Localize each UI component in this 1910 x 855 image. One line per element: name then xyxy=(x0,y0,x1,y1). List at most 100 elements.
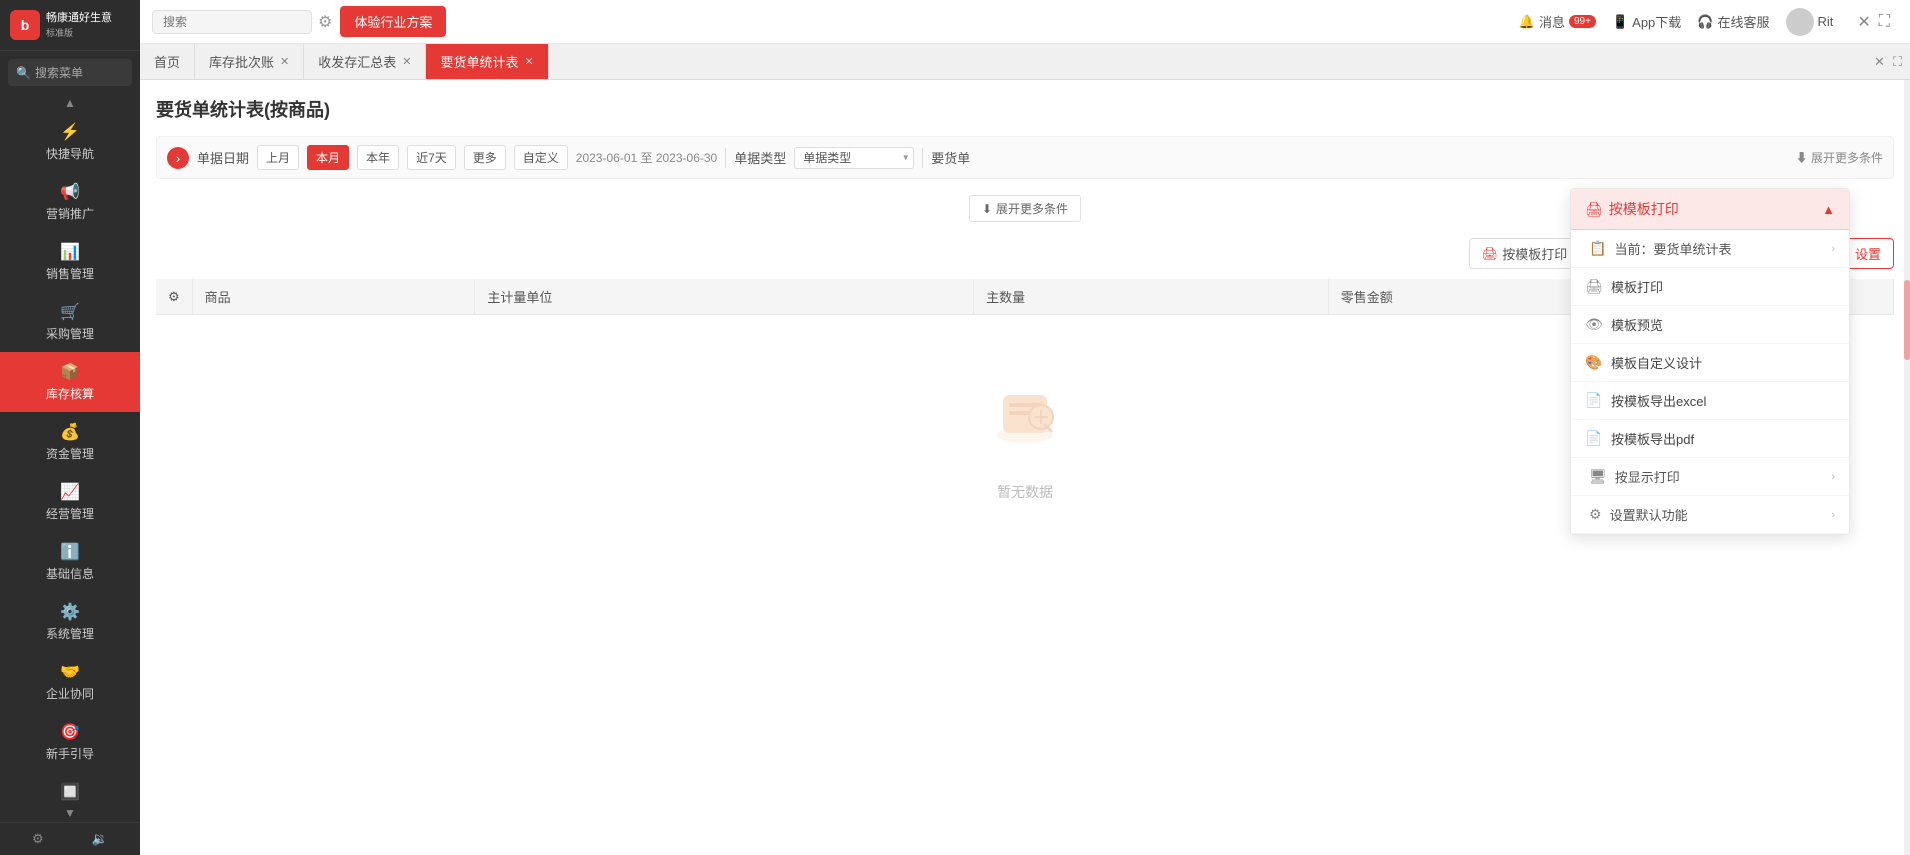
main-area: ⚙ 体验行业方案 🔔 消息 99+ 📱 App下载 🎧 在线客服 Rit ✕ xyxy=(140,0,1910,855)
dropdown-set-default[interactable]: ⚙ 设置默认功能 › xyxy=(1571,496,1849,534)
expand-more-button[interactable]: ⬇ 展开更多条件 xyxy=(969,195,1081,222)
sidebar-item-system[interactable]: ⚙️ 系统管理 xyxy=(0,592,140,652)
maximize-window-icon[interactable]: ⛶ xyxy=(1879,13,1890,31)
topbar-search-input[interactable] xyxy=(152,10,312,34)
filter-more-conditions[interactable]: ⬇ 展开更多条件 xyxy=(1796,149,1883,166)
app-download-item[interactable]: 📱 App下载 xyxy=(1612,12,1681,31)
dropdown-export-excel[interactable]: 📄 按模板导出excel xyxy=(1571,382,1849,420)
th-settings: ⚙ xyxy=(156,279,192,315)
print-icon: 🖨 xyxy=(1482,246,1499,262)
sidebar-scroll-down[interactable]: ▼ xyxy=(0,804,140,822)
settings-icon[interactable]: ⚙ xyxy=(32,831,44,847)
dropdown-close-icon[interactable]: ▲ xyxy=(1822,202,1835,217)
sidebar-item-inventory[interactable]: 📦 库存核算 xyxy=(0,352,140,412)
page-content: 要货单统计表(按商品) › 单据日期 上月 本月 本年 近7天 更多 自定义 2… xyxy=(140,80,1910,855)
sidebar-item-basic[interactable]: ℹ️ 基础信息 xyxy=(0,532,140,592)
more-date-btn[interactable]: 更多 xyxy=(464,145,506,170)
sidebar-scroll-up[interactable]: ▲ xyxy=(0,94,140,112)
topbar-gear-icon[interactable]: ⚙ xyxy=(318,12,332,32)
system-icon: ⚙️ xyxy=(60,602,80,622)
custom-date-btn[interactable]: 自定义 xyxy=(514,145,568,170)
sales-icon: 📊 xyxy=(60,242,80,262)
sidebar-item-label: 快捷导航 xyxy=(46,145,94,162)
gear-icon[interactable]: ⚙ xyxy=(168,289,180,304)
search-label: 搜索菜单 xyxy=(35,64,83,81)
expand-icon: ⬇ xyxy=(982,202,992,216)
filter-type-label: 单据类型 xyxy=(734,148,786,167)
dropdown-header-left: 🖨 按模板打印 xyxy=(1585,199,1679,219)
last7-btn[interactable]: 近7天 xyxy=(407,145,456,170)
tab-batch-account[interactable]: 库存批次账 ✕ xyxy=(195,44,304,79)
trial-button[interactable]: 体验行业方案 xyxy=(340,6,446,37)
dropdown-template-print[interactable]: 🖨 模板打印 xyxy=(1571,268,1849,306)
sidebar-item-guide[interactable]: 🎯 新手引导 xyxy=(0,712,140,772)
notification-label: 消息 xyxy=(1539,12,1565,31)
user-avatar-item[interactable]: Rit xyxy=(1786,8,1834,36)
sidebar-item-enterprise[interactable]: 🤝 企业协同 xyxy=(0,652,140,712)
tab-order-stats[interactable]: 要货单统计表 ✕ xyxy=(426,44,548,79)
topbar-search-area: ⚙ xyxy=(152,10,332,34)
filter-goods-label: 要货单 xyxy=(931,148,970,167)
tab-receivables-summary[interactable]: 收发存汇总表 ✕ xyxy=(304,44,426,79)
tab-order-stats-close[interactable]: ✕ xyxy=(525,55,534,68)
sidebar-nav: ⚡ 快捷导航 📢 营销推广 📊 销售管理 🛒 采购管理 📦 库存核算 💰 资金管… xyxy=(0,112,140,804)
current-year-btn[interactable]: 本年 xyxy=(357,145,399,170)
notification-icon: 🔔 xyxy=(1519,14,1535,30)
export-pdf-icon: 📄 xyxy=(1585,430,1603,447)
dropdown-current-template[interactable]: 📋 当前：要货单统计表 › xyxy=(1571,230,1849,268)
sidebar-item-label: 新手引导 xyxy=(46,745,94,762)
avatar xyxy=(1786,8,1814,36)
notification-item[interactable]: 🔔 消息 99+ xyxy=(1519,12,1596,31)
sidebar-item-purchase[interactable]: 🛒 采购管理 xyxy=(0,292,140,352)
app-badge: 标准版 xyxy=(46,26,112,39)
online-service-item[interactable]: 🎧 在线客服 xyxy=(1697,12,1769,31)
dropdown-template-design[interactable]: 🎨 模板自定义设计 xyxy=(1571,344,1849,382)
filter-bar: › 单据日期 上月 本月 本年 近7天 更多 自定义 2023-06-01 至 … xyxy=(156,136,1894,179)
sidebar-item-marketing[interactable]: 📢 营销推广 xyxy=(0,172,140,232)
tab-order-stats-label: 要货单统计表 xyxy=(440,52,518,71)
tab-expand-icon[interactable]: ⛶ xyxy=(1893,54,1902,70)
tab-close-icon[interactable]: ✕ xyxy=(1874,54,1885,70)
sidebar-item-quick-nav[interactable]: ⚡ 快捷导航 xyxy=(0,112,140,172)
current-month-btn[interactable]: 本月 xyxy=(307,145,349,170)
right-scrollbar[interactable] xyxy=(1904,80,1910,855)
filter-type-select[interactable]: 单据类型 xyxy=(794,147,914,169)
sidebar-item-finance[interactable]: 💰 资金管理 xyxy=(0,412,140,472)
dropdown-export-pdf[interactable]: 📄 按模板导出pdf xyxy=(1571,420,1849,458)
sidebar-item-label: 企业协同 xyxy=(46,685,94,702)
export-excel-icon: 📄 xyxy=(1585,392,1603,409)
date-range: 2023-06-01 至 2023-06-30 xyxy=(576,149,717,166)
expand-label: 展开更多条件 xyxy=(996,200,1068,217)
topbar: ⚙ 体验行业方案 🔔 消息 99+ 📱 App下载 🎧 在线客服 Rit ✕ xyxy=(140,0,1910,44)
sidebar-item-apps[interactable]: 🔲 应用中心 xyxy=(0,772,140,804)
app-download-icon: 📱 xyxy=(1612,14,1628,30)
tab-batch-account-close[interactable]: ✕ xyxy=(280,55,289,68)
prev-month-btn[interactable]: 上月 xyxy=(257,145,299,170)
set-default-label: 设置默认功能 xyxy=(1610,505,1688,524)
basic-icon: ℹ️ xyxy=(60,542,80,562)
sidebar-item-operations[interactable]: 📈 经营管理 xyxy=(0,472,140,532)
window-controls: ✕ ⛶ xyxy=(1849,12,1898,32)
tab-receivables-close[interactable]: ✕ xyxy=(402,55,411,68)
tab-home[interactable]: 首页 xyxy=(140,44,195,79)
display-print-label: 按显示打印 xyxy=(1615,467,1680,486)
template-design-icon: 🎨 xyxy=(1585,354,1603,371)
template-design-label: 模板自定义设计 xyxy=(1611,353,1702,372)
audio-icon[interactable]: 🔉 xyxy=(92,831,108,847)
th-quantity: 主数量 xyxy=(974,279,1329,315)
sidebar-bottom: ⚙ 🔉 xyxy=(0,822,140,855)
sidebar-item-sales[interactable]: 📊 销售管理 xyxy=(0,232,140,292)
dropdown-title: 按模板打印 xyxy=(1609,199,1679,219)
tab-window-controls: ✕ ⛶ xyxy=(1866,54,1910,70)
online-service-label: 在线客服 xyxy=(1717,12,1769,31)
filter-expand-button[interactable]: › xyxy=(167,147,189,169)
print-label: 按模板打印 xyxy=(1502,244,1567,263)
dropdown-template-preview[interactable]: 👁 模板预览 xyxy=(1571,306,1849,344)
close-window-icon[interactable]: ✕ xyxy=(1857,12,1870,32)
sidebar-search[interactable]: 🔍 搜索菜单 xyxy=(8,59,132,86)
dropdown-display-print[interactable]: 🖥 按显示打印 › xyxy=(1571,458,1849,496)
set-default-chevron: › xyxy=(1831,509,1835,521)
dropdown-current-template-left: 📋 当前：要货单统计表 xyxy=(1589,239,1731,258)
tab-home-label: 首页 xyxy=(154,52,180,71)
sidebar-logo: b 畅康通好生意 标准版 xyxy=(0,0,140,51)
